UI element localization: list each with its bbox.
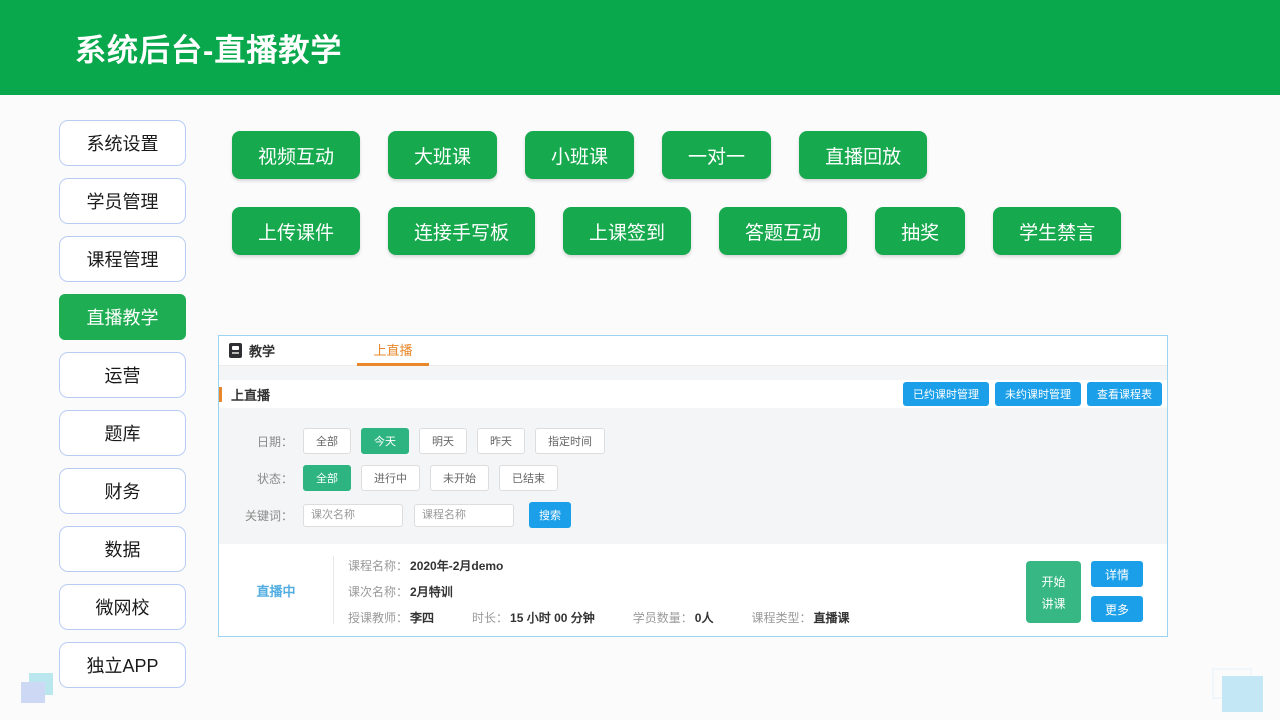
status-option-all[interactable]: 全部: [303, 465, 351, 491]
view-schedule-button[interactable]: 查看课程表: [1087, 382, 1162, 406]
duration-label: 时长：: [472, 609, 508, 626]
keyword-filter-row: 关键词： 搜索: [233, 502, 1167, 528]
date-option-custom[interactable]: 指定时间: [535, 428, 605, 454]
type-value: 直播课: [813, 609, 849, 626]
sidebar-item-question-bank[interactable]: 题库: [59, 410, 186, 456]
course-name-input[interactable]: [414, 504, 514, 527]
lesson-name-value: 2月特训: [410, 583, 453, 600]
section-accent-bar: [219, 387, 222, 402]
sidebar-item-course-management[interactable]: 课程管理: [59, 236, 186, 282]
feature-upload-courseware[interactable]: 上传课件: [232, 207, 360, 255]
tab-go-live[interactable]: 上直播: [357, 336, 429, 366]
date-option-tomorrow[interactable]: 明天: [419, 428, 467, 454]
sidebar-item-live-teaching[interactable]: 直播教学: [59, 294, 186, 340]
decor-square-lavender: [21, 682, 45, 703]
students-pair: 学员数量： 0人: [633, 609, 714, 626]
teacher-label: 授课教师：: [348, 609, 408, 626]
teaching-logo-icon: [229, 343, 242, 358]
date-option-all[interactable]: 全部: [303, 428, 351, 454]
search-button[interactable]: 搜索: [529, 502, 571, 528]
sidebar-item-data[interactable]: 数据: [59, 526, 186, 572]
start-class-line2: 讲课: [1041, 595, 1065, 612]
lesson-name-label: 课次名称：: [348, 583, 408, 600]
unbooked-lessons-button[interactable]: 未约课时管理: [995, 382, 1081, 406]
section-title-wrap: 上直播: [219, 385, 270, 404]
sidebar-item-standalone-app[interactable]: 独立APP: [59, 642, 186, 688]
section-title: 上直播: [231, 385, 270, 404]
sidebar-item-system-settings[interactable]: 系统设置: [59, 120, 186, 166]
course-name-pair: 课程名称： 2020年-2月demo: [348, 557, 503, 574]
teacher-value: 李四: [410, 609, 434, 626]
status-option-ended[interactable]: 已结束: [499, 465, 558, 491]
students-value: 0人: [695, 609, 714, 626]
feature-one-on-one[interactable]: 一对一: [662, 131, 771, 179]
section-header: 上直播 已约课时管理 未约课时管理 查看课程表: [219, 380, 1167, 408]
course-details: 课程名称： 2020年-2月demo 课次名称： 2月特训 授课教师： 李四 时…: [334, 544, 849, 636]
sidebar: 系统设置 学员管理 课程管理 直播教学 运营 题库 财务 数据 微网校 独立AP…: [59, 120, 186, 688]
more-button[interactable]: 更多: [1091, 596, 1143, 622]
section-actions: 已约课时管理 未约课时管理 查看课程表: [903, 382, 1162, 406]
status-option-ongoing[interactable]: 进行中: [361, 465, 420, 491]
course-meta-line: 授课教师： 李四 时长： 15 小时 00 分钟 学员数量： 0人 课程类型： …: [348, 609, 849, 626]
course-row: 直播中 课程名称： 2020年-2月demo 课次名称： 2月特训 授课教师： …: [219, 544, 1167, 636]
feature-connect-tablet[interactable]: 连接手写板: [388, 207, 535, 255]
page-title: 系统后台-直播教学: [75, 25, 342, 70]
keyword-filter-label: 关键词：: [233, 507, 293, 524]
sidebar-item-micro-school[interactable]: 微网校: [59, 584, 186, 630]
filter-section: 日期： 全部 今天 明天 昨天 指定时间 状态： 全部 进行中 未开始 已结束 …: [219, 408, 1167, 544]
feature-row-1: 视频互动 大班课 小班课 一对一 直播回放: [232, 131, 1121, 179]
lesson-name-input[interactable]: [303, 504, 403, 527]
secondary-actions: 详情 更多: [1091, 561, 1143, 636]
feature-live-playback[interactable]: 直播回放: [799, 131, 927, 179]
page-header: 系统后台-直播教学: [0, 0, 1280, 95]
type-label: 课程类型：: [751, 609, 811, 626]
course-name-label: 课程名称：: [348, 557, 408, 574]
feature-buttons: 视频互动 大班课 小班课 一对一 直播回放 上传课件 连接手写板 上课签到 答题…: [232, 131, 1121, 283]
feature-small-class[interactable]: 小班课: [525, 131, 634, 179]
lesson-name-line: 课次名称： 2月特训: [348, 583, 849, 600]
status-option-not-started[interactable]: 未开始: [430, 465, 489, 491]
start-class-line1: 开始: [1041, 573, 1065, 590]
course-name-line: 课程名称： 2020年-2月demo: [348, 557, 849, 574]
status-filter-label: 状态：: [233, 470, 293, 487]
duration-pair: 时长： 15 小时 00 分钟: [472, 609, 595, 626]
panel-tabbar: 教学 上直播: [219, 336, 1167, 366]
sidebar-item-finance[interactable]: 财务: [59, 468, 186, 514]
feature-row-2: 上传课件 连接手写板 上课签到 答题互动 抽奖 学生禁言: [232, 207, 1121, 255]
start-class-button[interactable]: 开始 讲课: [1026, 561, 1081, 623]
students-label: 学员数量：: [633, 609, 693, 626]
teacher-pair: 授课教师： 李四: [348, 609, 434, 626]
booked-lessons-button[interactable]: 已约课时管理: [903, 382, 989, 406]
course-name-value: 2020年-2月demo: [410, 557, 503, 574]
app-name: 教学: [249, 341, 275, 360]
feature-quiz-interaction[interactable]: 答题互动: [719, 207, 847, 255]
lesson-name-pair: 课次名称： 2月特训: [348, 583, 453, 600]
feature-video-interaction[interactable]: 视频互动: [232, 131, 360, 179]
live-class-panel: 教学 上直播 上直播 已约课时管理 未约课时管理 查看课程表 日期： 全部 今天…: [218, 335, 1168, 637]
feature-mute-students[interactable]: 学生禁言: [993, 207, 1121, 255]
panel-gap: [219, 366, 1167, 380]
detail-button[interactable]: 详情: [1091, 561, 1143, 587]
feature-large-class[interactable]: 大班课: [388, 131, 497, 179]
duration-value: 15 小时 00 分钟: [510, 609, 595, 626]
type-pair: 课程类型： 直播课: [751, 609, 849, 626]
date-options: 全部 今天 明天 昨天 指定时间: [303, 428, 605, 454]
sidebar-item-student-management[interactable]: 学员管理: [59, 178, 186, 224]
row-actions: 开始 讲课 详情 更多: [1026, 544, 1167, 636]
sidebar-item-operations[interactable]: 运营: [59, 352, 186, 398]
live-status-badge: 直播中: [219, 544, 333, 636]
date-filter-row: 日期： 全部 今天 明天 昨天 指定时间: [233, 428, 1167, 454]
status-options: 全部 进行中 未开始 已结束: [303, 465, 558, 491]
date-option-yesterday[interactable]: 昨天: [477, 428, 525, 454]
feature-lottery[interactable]: 抽奖: [875, 207, 965, 255]
feature-class-checkin[interactable]: 上课签到: [563, 207, 691, 255]
decor-square-blue: [1222, 676, 1263, 712]
date-filter-label: 日期：: [233, 433, 293, 450]
date-option-today[interactable]: 今天: [361, 428, 409, 454]
status-filter-row: 状态： 全部 进行中 未开始 已结束: [233, 465, 1167, 491]
